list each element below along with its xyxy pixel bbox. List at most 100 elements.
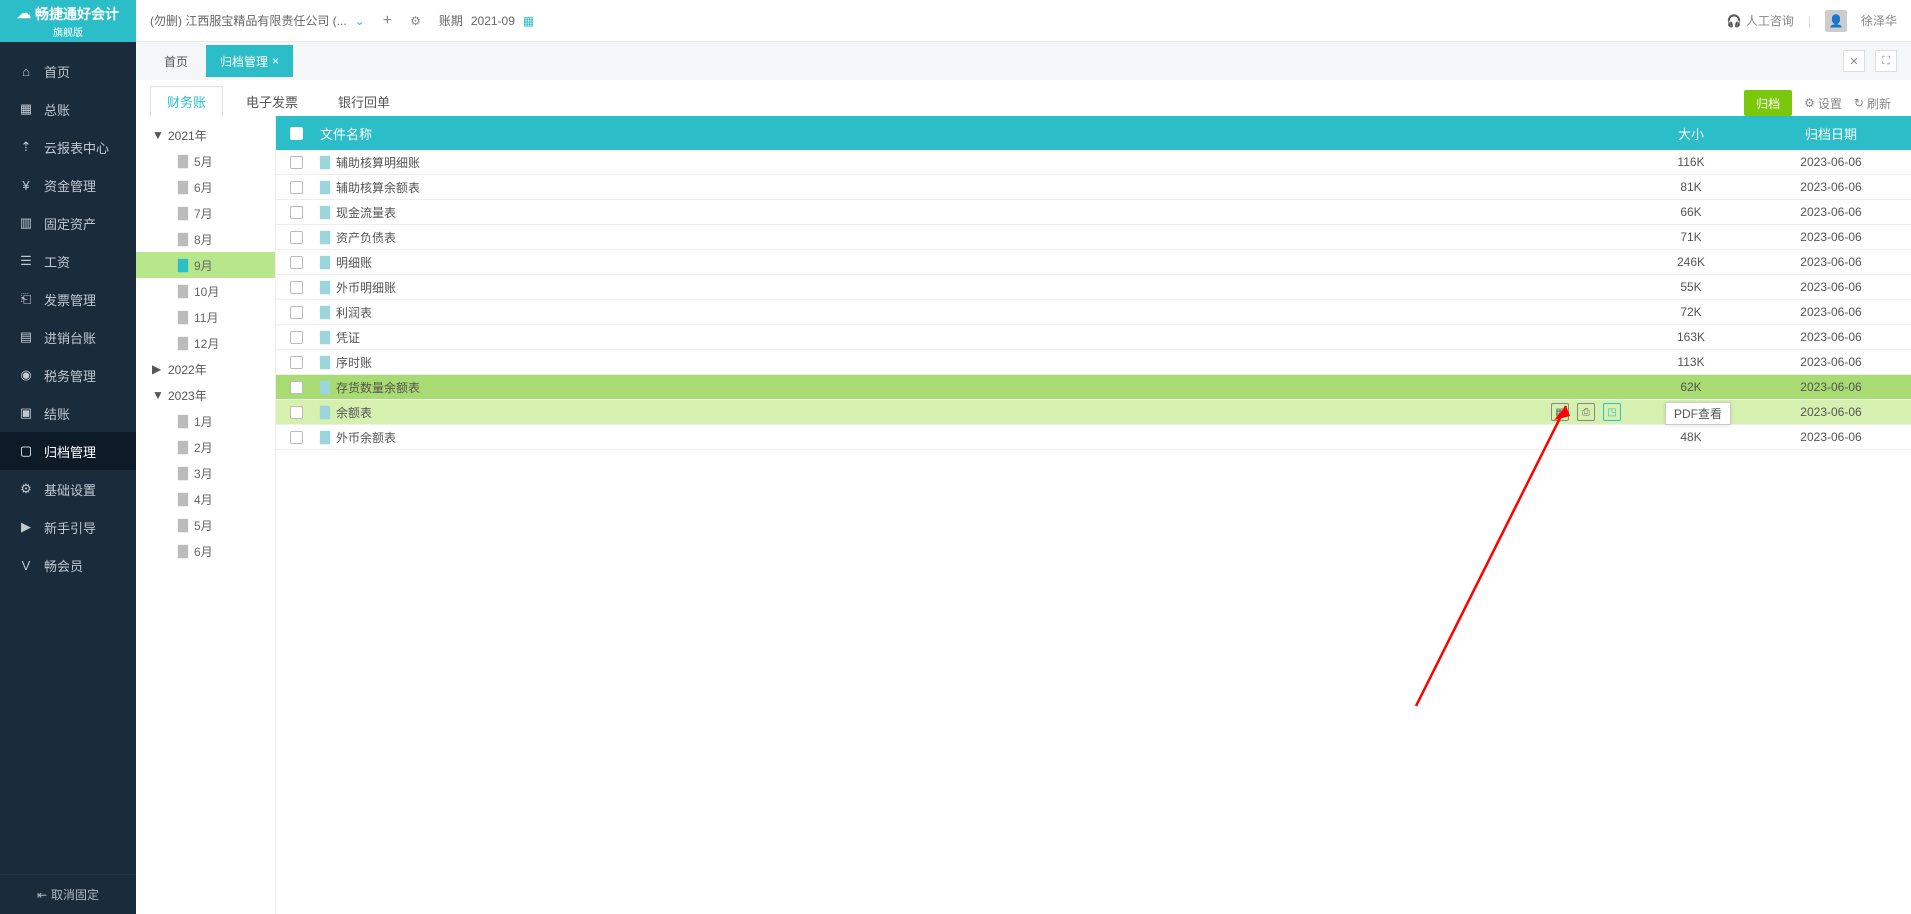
nav-reports[interactable]: ⇡云报表中心: [0, 128, 136, 166]
calendar-icon[interactable]: ▦: [523, 14, 534, 28]
folder-icon: ▇: [178, 439, 188, 455]
tab-archive[interactable]: 归档管理×: [206, 45, 293, 77]
folder-icon: ▇: [178, 257, 188, 273]
row-checkbox[interactable]: [290, 306, 303, 319]
nav-archive[interactable]: ▢归档管理: [0, 432, 136, 470]
table-row[interactable]: ▇余额表3K2023-06-06▦⎙◳PDF查看: [276, 400, 1911, 425]
tree-year-2022[interactable]: ▶2022年: [136, 356, 275, 382]
inner-tab-bank[interactable]: 银行回单: [321, 86, 407, 116]
nav-asset[interactable]: ▥固定资产: [0, 204, 136, 242]
tree-month[interactable]: ▇12月: [136, 330, 275, 356]
nav-label: 新手引导: [44, 518, 96, 537]
tree-month-selected[interactable]: ▇9月: [136, 252, 275, 278]
inner-tab-einvoice[interactable]: 电子发票: [229, 86, 315, 116]
tree-month[interactable]: ▇3月: [136, 460, 275, 486]
tree-month[interactable]: ▇8月: [136, 226, 275, 252]
tree-month[interactable]: ▇6月: [136, 538, 275, 564]
table-row[interactable]: ▇外币明细账55K2023-06-06: [276, 275, 1911, 300]
nav-label: 首页: [44, 62, 70, 81]
support-label: 人工咨询: [1746, 12, 1794, 29]
settings-link[interactable]: ⚙设置: [1804, 95, 1842, 112]
nav-tax[interactable]: ◉税务管理: [0, 356, 136, 394]
refresh-link[interactable]: ↻刷新: [1854, 95, 1891, 112]
nav-home[interactable]: ⌂首页: [0, 52, 136, 90]
tree-year-2021[interactable]: ▼2021年: [136, 122, 275, 148]
table-row[interactable]: ▇凭证163K2023-06-06: [276, 325, 1911, 350]
tree-month[interactable]: ▇7月: [136, 200, 275, 226]
nav-stock[interactable]: ▤进销台账: [0, 318, 136, 356]
company-selector[interactable]: (勿删) 江西服宝精品有限责任公司 (...: [150, 12, 347, 29]
close-all-tabs-button[interactable]: ✕: [1843, 50, 1865, 72]
table-row[interactable]: ▇外币余额表48K2023-06-06: [276, 425, 1911, 450]
file-name: 存货数量余额表: [336, 379, 420, 396]
nav-close[interactable]: ▣结账: [0, 394, 136, 432]
table-row[interactable]: ▇明细账246K2023-06-06: [276, 250, 1911, 275]
row-checkbox[interactable]: [290, 281, 303, 294]
headset-icon: 🎧: [1727, 14, 1742, 28]
row-checkbox[interactable]: [290, 231, 303, 244]
table-row[interactable]: ▇资产负债表71K2023-06-06: [276, 225, 1911, 250]
username[interactable]: 徐泽华: [1861, 12, 1897, 29]
folder-icon: ▇: [320, 429, 330, 445]
row-checkbox[interactable]: [290, 206, 303, 219]
tree-month[interactable]: ▇5月: [136, 148, 275, 174]
select-all-checkbox[interactable]: [290, 127, 303, 140]
tab-label: 首页: [164, 53, 188, 70]
pdf-export-icon[interactable]: ⎙: [1577, 403, 1595, 421]
table-row[interactable]: ▇序时账113K2023-06-06: [276, 350, 1911, 375]
add-company-icon[interactable]: +: [383, 12, 392, 30]
fullscreen-button[interactable]: ⛶: [1875, 50, 1897, 72]
support-link[interactable]: 🎧 人工咨询: [1727, 12, 1794, 29]
row-checkbox[interactable]: [290, 406, 303, 419]
nav-label: 总账: [44, 100, 70, 119]
row-checkbox[interactable]: [290, 156, 303, 169]
file-size: 66K: [1631, 205, 1751, 219]
nav-ledger[interactable]: ▦总账: [0, 90, 136, 128]
tree-month[interactable]: ▇ 2月: [136, 434, 275, 460]
tree-month[interactable]: ▇6月: [136, 174, 275, 200]
nav-guide[interactable]: ▶新手引导: [0, 508, 136, 546]
row-checkbox[interactable]: [290, 256, 303, 269]
table-row[interactable]: ▇现金流量表66K2023-06-06: [276, 200, 1911, 225]
tab-home[interactable]: 首页: [150, 45, 202, 77]
tree-month[interactable]: ▇10月: [136, 278, 275, 304]
row-checkbox[interactable]: [290, 431, 303, 444]
inner-tab-finance[interactable]: 财务账: [150, 86, 223, 116]
table-row[interactable]: ▇利润表72K2023-06-06: [276, 300, 1911, 325]
tree-label: 2月: [194, 439, 213, 456]
invoice-icon: ⎗: [18, 291, 34, 307]
tree-year-2023[interactable]: ▼2023年: [136, 382, 275, 408]
tree-label: 2021年: [168, 127, 207, 144]
tree-month[interactable]: ▇11月: [136, 304, 275, 330]
tree-month[interactable]: ▇1月: [136, 408, 275, 434]
nav-money[interactable]: ¥资金管理: [0, 166, 136, 204]
table-row[interactable]: ▇存货数量余额表62K2023-06-06: [276, 375, 1911, 400]
row-checkbox[interactable]: [290, 181, 303, 194]
table-row[interactable]: ▇辅助核算明细账116K2023-06-06: [276, 150, 1911, 175]
nav-salary[interactable]: ☰工资: [0, 242, 136, 280]
row-checkbox[interactable]: [290, 381, 303, 394]
tree-month[interactable]: ▇4月: [136, 486, 275, 512]
tree-month[interactable]: ▇5月: [136, 512, 275, 538]
company-settings-icon[interactable]: ⚙: [410, 14, 421, 28]
content: ▼2021年 ▇5月 ▇6月 ▇7月 ▇8月 ▇9月 ▇10月 ▇11月 ▇12…: [136, 116, 1911, 914]
nav-settings[interactable]: ⚙基础设置: [0, 470, 136, 508]
nav-vip[interactable]: V畅会员: [0, 546, 136, 584]
archive-button[interactable]: 归档: [1744, 90, 1792, 116]
pdf-view-icon[interactable]: ◳: [1603, 403, 1621, 421]
period-value[interactable]: 2021-09: [471, 14, 515, 28]
tree-label: 2023年: [168, 387, 207, 404]
chevron-down-icon[interactable]: ⌄: [355, 14, 365, 28]
nav-invoice[interactable]: ⎗发票管理: [0, 280, 136, 318]
tooltip: PDF查看: [1665, 402, 1731, 425]
logo-subtitle: 旗舰版: [53, 24, 83, 39]
tree-label: 10月: [194, 283, 219, 300]
row-checkbox[interactable]: [290, 356, 303, 369]
unpin-button[interactable]: ⇤取消固定: [0, 874, 136, 914]
table-row[interactable]: ▇辅助核算余额表81K2023-06-06: [276, 175, 1911, 200]
vip-icon: V: [18, 557, 34, 573]
excel-export-icon[interactable]: ▦: [1551, 403, 1569, 421]
row-checkbox[interactable]: [290, 331, 303, 344]
avatar-icon[interactable]: 👤: [1825, 10, 1847, 32]
close-icon[interactable]: ×: [272, 54, 279, 68]
